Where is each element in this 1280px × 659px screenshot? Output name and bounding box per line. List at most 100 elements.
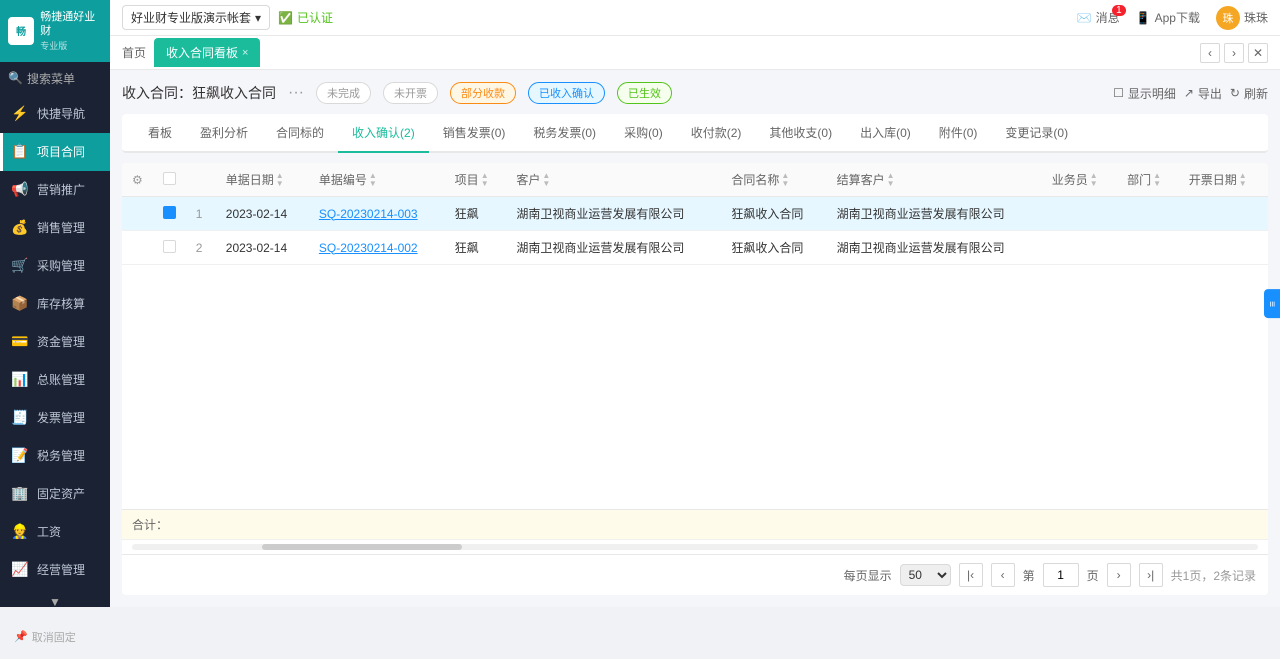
page-prev-button[interactable]: ‹ [991, 563, 1015, 587]
sort-bill-no[interactable]: 单据编号 ▲▼ [319, 171, 377, 188]
tab-controls: ‹ › ✕ [1200, 43, 1268, 63]
col-dept[interactable]: 部门 ▲▼ [1117, 163, 1179, 197]
tab-contract-std[interactable]: 合同标的 [262, 114, 338, 153]
sidebar-item-purchase[interactable]: 🛒 采购管理 [0, 247, 110, 285]
tab-purchase-inner[interactable]: 采购(0) [610, 114, 677, 153]
status-uninvoiced[interactable]: 未开票 [383, 82, 438, 104]
sidebar-item-invoice[interactable]: 🧾 发票管理 [0, 399, 110, 437]
status-active[interactable]: 已生效 [617, 82, 672, 104]
col-project[interactable]: 项目 ▲▼ [445, 163, 507, 197]
table-row[interactable]: 1 2023-02-14 SQ-20230214-003 狂飙 湖南卫视商业运营… [122, 197, 1268, 231]
tab-income-confirm[interactable]: 收入确认(2) [338, 114, 429, 153]
bill-no-link[interactable]: SQ-20230214-002 [319, 241, 418, 255]
row-checkbox[interactable] [163, 240, 176, 253]
sort-dept[interactable]: 部门 ▲▼ [1127, 171, 1161, 188]
tab-board[interactable]: 看板 [134, 114, 186, 153]
sort-contract-name[interactable]: 合同名称 ▲▼ [731, 171, 789, 188]
tab-payment[interactable]: 收付款(2) [677, 114, 756, 153]
tab-prev-button[interactable]: ‹ [1200, 43, 1220, 63]
sort-customer[interactable]: 客户 ▲▼ [516, 171, 550, 188]
page-size-select[interactable]: 50 100 [900, 564, 951, 586]
status-incomplete[interactable]: 未完成 [316, 82, 371, 104]
col-date[interactable]: 单据日期 ▲▼ [216, 163, 309, 197]
assets-label: 固定资产 [37, 485, 85, 502]
sidebar-item-project[interactable]: 📋 项目合同 [0, 133, 110, 171]
tab-close-button[interactable]: × [242, 47, 248, 59]
sidebar-item-labor[interactable]: 👷 工资 [0, 513, 110, 551]
sidebar-item-marketing[interactable]: 📢 营销推广 [0, 171, 110, 209]
tab-attachment[interactable]: 附件(0) [925, 114, 992, 153]
tab-income-board[interactable]: 收入合同看板 × [154, 38, 260, 67]
main-area: 好业财专业版演示帐套 ▾ ✅ 已认证 ✉️ 消息 1 📱 App下载 珠 珠珠 [110, 0, 1280, 607]
col-checkbox-all[interactable] [153, 163, 186, 197]
tab-next-button[interactable]: › [1224, 43, 1244, 63]
col-customer[interactable]: 客户 ▲▼ [506, 163, 721, 197]
tab-warehouse[interactable]: 出入库(0) [846, 114, 925, 153]
export-button[interactable]: ↗ 导出 [1184, 85, 1222, 102]
sidebar-item-quick-nav[interactable]: ⚡ 快捷导航 [0, 95, 110, 133]
cell-settings [122, 197, 153, 231]
page-first-button[interactable]: |‹ [959, 563, 983, 587]
sidebar-item-funds[interactable]: 💳 资金管理 [0, 323, 110, 361]
user-avatar-area[interactable]: 珠 珠珠 [1216, 6, 1268, 30]
sidebar-scroll-down[interactable]: ▼ [0, 589, 110, 615]
sidebar-item-sales[interactable]: 💰 销售管理 [0, 209, 110, 247]
select-all-checkbox[interactable] [163, 172, 176, 185]
page-last-button[interactable]: ›| [1139, 563, 1163, 587]
refresh-button[interactable]: ↻ 刷新 [1230, 85, 1268, 102]
status-confirmed[interactable]: 已收入确认 [528, 82, 605, 104]
tab-profit[interactable]: 盈利分析 [186, 114, 262, 153]
tab-sales-invoice[interactable]: 销售发票(0) [429, 114, 520, 153]
status-partial[interactable]: 部分收款 [450, 82, 516, 104]
cell-checkbox[interactable] [153, 197, 186, 231]
column-settings-icon[interactable]: ⚙ [132, 173, 143, 187]
cell-bill-no[interactable]: SQ-20230214-002 [309, 231, 445, 265]
app-label: App下载 [1155, 9, 1200, 26]
sort-bill-date2[interactable]: 开票日期 ▲▼ [1189, 171, 1247, 188]
cell-salesperson [1042, 197, 1117, 231]
table-wrapper[interactable]: ⚙ 单据日期 ▲▼ [122, 163, 1268, 509]
right-panel-toggle[interactable]: ≡ [1264, 289, 1280, 319]
sidebar-item-tax[interactable]: 📝 税务管理 [0, 437, 110, 475]
contract-more-button[interactable]: ··· [288, 84, 304, 102]
sort-date[interactable]: 单据日期 ▲▼ [226, 171, 284, 188]
col-bill-date2[interactable]: 开票日期 ▲▼ [1179, 163, 1268, 197]
cell-project: 狂飙 [445, 231, 507, 265]
cell-bill-no[interactable]: SQ-20230214-003 [309, 197, 445, 231]
col-salesperson[interactable]: 业务员 ▲▼ [1042, 163, 1117, 197]
sidebar-item-general[interactable]: 📊 总账管理 [0, 361, 110, 399]
row-checkbox[interactable] [163, 206, 176, 219]
tab-change-log[interactable]: 变更记录(0) [991, 114, 1082, 153]
sidebar-item-assets[interactable]: 🏢 固定资产 [0, 475, 110, 513]
table-row[interactable]: 2 2023-02-14 SQ-20230214-002 狂飙 湖南卫视商业运营… [122, 231, 1268, 265]
app-download-button[interactable]: 📱 App下载 [1136, 9, 1200, 26]
horizontal-scrollbar[interactable] [132, 544, 1258, 550]
home-link[interactable]: 首页 [122, 44, 146, 61]
page-number-input[interactable] [1043, 563, 1079, 587]
general-icon: 📊 [11, 371, 29, 389]
sort-settle[interactable]: 结算客户 ▲▼ [837, 171, 895, 188]
sidebar-pin-button[interactable]: 📌 取消固定 [8, 623, 102, 651]
sidebar-search[interactable]: 🔍 搜索菜单 [0, 62, 110, 95]
col-bill-no[interactable]: 单据编号 ▲▼ [309, 163, 445, 197]
sort-salesperson[interactable]: 业务员 ▲▼ [1052, 171, 1098, 188]
sort-project[interactable]: 项目 ▲▼ [455, 171, 489, 188]
scrollbar-thumb[interactable] [262, 544, 462, 550]
tab-other-income[interactable]: 其他收支(0) [755, 114, 846, 153]
page-next-button[interactable]: › [1107, 563, 1131, 587]
table-container: ⚙ 单据日期 ▲▼ [122, 163, 1268, 595]
quick-nav-label: 快捷导航 [37, 105, 85, 122]
message-button[interactable]: ✉️ 消息 1 [1077, 9, 1120, 26]
col-settle-customer[interactable]: 结算客户 ▲▼ [827, 163, 1042, 197]
search-icon: 🔍 [8, 71, 23, 85]
tab-tax-invoice[interactable]: 税务发票(0) [519, 114, 610, 153]
bill-no-link[interactable]: SQ-20230214-003 [319, 207, 418, 221]
cell-project: 狂飙 [445, 197, 507, 231]
tab-close-all-button[interactable]: ✕ [1248, 43, 1268, 63]
company-selector[interactable]: 好业财专业版演示帐套 ▾ [122, 5, 270, 30]
sidebar-item-operations[interactable]: 📈 经营管理 [0, 551, 110, 589]
cell-checkbox[interactable] [153, 231, 186, 265]
col-contract-name[interactable]: 合同名称 ▲▼ [721, 163, 826, 197]
show-detail-button[interactable]: ☐ 显示明细 [1113, 85, 1176, 102]
sidebar-item-inventory[interactable]: 📦 库存核算 [0, 285, 110, 323]
